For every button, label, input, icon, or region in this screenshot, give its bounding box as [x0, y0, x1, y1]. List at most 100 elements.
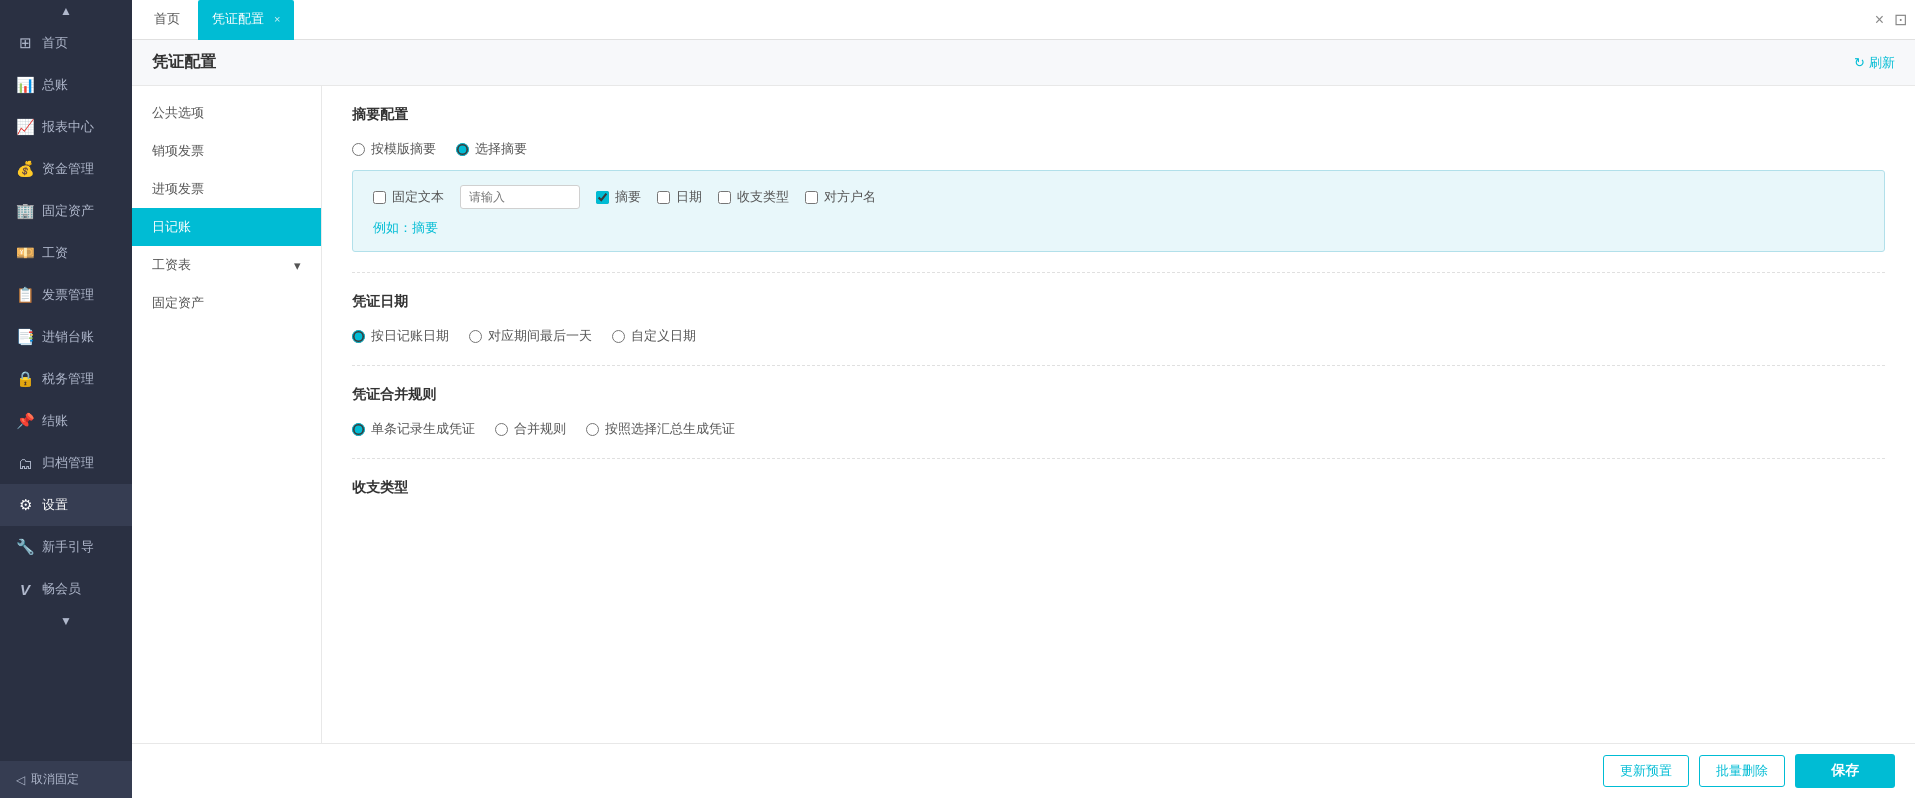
income-type-title: 收支类型 — [352, 479, 1885, 497]
main-area: 首页 凭证配置 × × ⊡ 凭证配置 ↻ 刷新 公共选项 销项发票 进项 — [132, 0, 1915, 798]
abstract-checkbox-group: 固定文本 摘要 日期 收支类型 — [352, 170, 1885, 252]
merge-rules-option[interactable]: 合并规则 — [495, 420, 566, 438]
abstract-radio-group: 按模版摘要 选择摘要 — [352, 140, 1885, 158]
fixed-text-checkbox[interactable] — [373, 191, 386, 204]
refresh-icon: ↻ — [1854, 55, 1865, 70]
merge-rules-section: 凭证合并规则 单条记录生成凭证 合并规则 按照选择汇总生成凭证 — [352, 386, 1885, 459]
sidebar-item-vip[interactable]: V 畅会员 — [0, 568, 132, 610]
right-content: 摘要配置 按模版摘要 选择摘要 固定文本 — [322, 86, 1915, 743]
sidebar: ▲ ⊞ 首页 📊 总账 📈 报表中心 💰 资金管理 🏢 固定资产 💴 工资 📋 … — [0, 0, 132, 798]
voucher-date-title: 凭证日期 — [352, 293, 1885, 311]
sidebar-scroll-down[interactable]: ▼ — [0, 610, 132, 632]
merge-rules-radio-group: 单条记录生成凭证 合并规则 按照选择汇总生成凭证 — [352, 420, 1885, 438]
period-last-radio[interactable] — [469, 330, 482, 343]
sidebar-scroll-up[interactable]: ▲ — [0, 0, 132, 22]
vip-icon: V — [16, 581, 34, 598]
template-abstract-radio[interactable] — [352, 143, 365, 156]
sidebar-item-ledger[interactable]: 📊 总账 — [0, 64, 132, 106]
select-merge-radio[interactable] — [586, 423, 599, 436]
abstract-option[interactable]: 摘要 — [596, 188, 641, 206]
update-presets-button[interactable]: 更新预置 — [1603, 755, 1689, 787]
abstract-checkbox[interactable] — [596, 191, 609, 204]
nav-public[interactable]: 公共选项 — [132, 94, 321, 132]
guide-icon: 🔧 — [16, 538, 34, 556]
pin-icon: ◁ — [16, 773, 25, 787]
sidebar-item-guide[interactable]: 🔧 新手引导 — [0, 526, 132, 568]
nav-sales-invoice[interactable]: 销项发票 — [132, 132, 321, 170]
payroll-icon: 💴 — [16, 244, 34, 262]
sidebar-item-funds[interactable]: 💰 资金管理 — [0, 148, 132, 190]
sidebar-item-sales-ledger[interactable]: 📑 进销台账 — [0, 316, 132, 358]
sidebar-item-settings[interactable]: ⚙ 设置 — [0, 484, 132, 526]
sidebar-item-assets[interactable]: 🏢 固定资产 — [0, 190, 132, 232]
window-restore-icon[interactable]: ⊡ — [1894, 10, 1907, 29]
single-record-option[interactable]: 单条记录生成凭证 — [352, 420, 475, 438]
income-type-checkbox[interactable] — [718, 191, 731, 204]
custom-date-radio[interactable] — [612, 330, 625, 343]
example-text: 例如：摘要 — [373, 219, 1864, 237]
checkbox-row: 固定文本 摘要 日期 收支类型 — [373, 185, 1864, 209]
merge-rules-radio[interactable] — [495, 423, 508, 436]
journal-date-radio[interactable] — [352, 330, 365, 343]
tab-voucher-config[interactable]: 凭证配置 × — [198, 0, 294, 40]
sidebar-item-archive[interactable]: 🗂 归档管理 — [0, 442, 132, 484]
date-checkbox[interactable] — [657, 191, 670, 204]
sidebar-item-tax[interactable]: 🔒 税务管理 — [0, 358, 132, 400]
abstract-section: 摘要配置 按模版摘要 选择摘要 固定文本 — [352, 106, 1885, 273]
refresh-button[interactable]: ↻ 刷新 — [1854, 54, 1895, 72]
income-type-option[interactable]: 收支类型 — [718, 188, 789, 206]
invoice-mgmt-icon: 📋 — [16, 286, 34, 304]
select-merge-option[interactable]: 按照选择汇总生成凭证 — [586, 420, 735, 438]
custom-date-option[interactable]: 自定义日期 — [612, 327, 696, 345]
sidebar-item-invoice-mgmt[interactable]: 📋 发票管理 — [0, 274, 132, 316]
sidebar-item-payroll[interactable]: 💴 工资 — [0, 232, 132, 274]
tab-close-icon[interactable]: × — [274, 13, 280, 25]
sidebar-item-home[interactable]: ⊞ 首页 — [0, 22, 132, 64]
tab-home[interactable]: 首页 — [140, 0, 194, 40]
page-title: 凭证配置 — [152, 52, 216, 73]
funds-icon: 💰 — [16, 160, 34, 178]
bottom-bar: 更新预置 批量删除 保存 — [132, 743, 1915, 798]
save-button[interactable]: 保存 — [1795, 754, 1895, 788]
nav-journal[interactable]: 日记账 — [132, 208, 321, 246]
tab-bar: 首页 凭证配置 × × ⊡ — [132, 0, 1915, 40]
single-record-radio[interactable] — [352, 423, 365, 436]
tax-icon: 🔒 — [16, 370, 34, 388]
income-type-section: 收支类型 — [352, 479, 1885, 533]
home-icon: ⊞ — [16, 34, 34, 52]
settings-icon: ⚙ — [16, 496, 34, 514]
fixed-text-option[interactable]: 固定文本 — [373, 188, 444, 206]
left-nav: 公共选项 销项发票 进项发票 日记账 工资表 ▾ 固定资产 — [132, 86, 322, 743]
reports-icon: 📈 — [16, 118, 34, 136]
ledger-icon: 📊 — [16, 76, 34, 94]
archive-icon: 🗂 — [16, 455, 34, 472]
page-header: 凭证配置 ↻ 刷新 — [132, 40, 1915, 86]
nav-payroll-table[interactable]: 工资表 ▾ — [132, 246, 321, 284]
nav-fixed-assets[interactable]: 固定资产 — [132, 284, 321, 322]
content-area: 公共选项 销项发票 进项发票 日记账 工资表 ▾ 固定资产 摘要配置 — [132, 86, 1915, 743]
counterpart-checkbox[interactable] — [805, 191, 818, 204]
counterpart-option[interactable]: 对方户名 — [805, 188, 876, 206]
fixed-text-input[interactable] — [460, 185, 580, 209]
journal-date-option[interactable]: 按日记账日期 — [352, 327, 449, 345]
tab-bar-actions: × ⊡ — [1875, 10, 1907, 29]
window-close-icon[interactable]: × — [1875, 11, 1884, 29]
cancel-pin-button[interactable]: ◁ 取消固定 — [0, 761, 132, 798]
assets-icon: 🏢 — [16, 202, 34, 220]
period-last-option[interactable]: 对应期间最后一天 — [469, 327, 592, 345]
template-abstract-option[interactable]: 按模版摘要 — [352, 140, 436, 158]
nav-purchase-invoice[interactable]: 进项发票 — [132, 170, 321, 208]
batch-delete-button[interactable]: 批量删除 — [1699, 755, 1785, 787]
voucher-date-radio-group: 按日记账日期 对应期间最后一天 自定义日期 — [352, 327, 1885, 345]
sidebar-item-close[interactable]: 📌 结账 — [0, 400, 132, 442]
abstract-title: 摘要配置 — [352, 106, 1885, 124]
sidebar-item-reports[interactable]: 📈 报表中心 — [0, 106, 132, 148]
select-abstract-radio[interactable] — [456, 143, 469, 156]
voucher-date-section: 凭证日期 按日记账日期 对应期间最后一天 自定义日期 — [352, 293, 1885, 366]
sales-ledger-icon: 📑 — [16, 328, 34, 346]
date-option[interactable]: 日期 — [657, 188, 702, 206]
merge-rules-title: 凭证合并规则 — [352, 386, 1885, 404]
close-accounts-icon: 📌 — [16, 412, 34, 430]
expand-icon: ▾ — [294, 258, 301, 273]
select-abstract-option[interactable]: 选择摘要 — [456, 140, 527, 158]
